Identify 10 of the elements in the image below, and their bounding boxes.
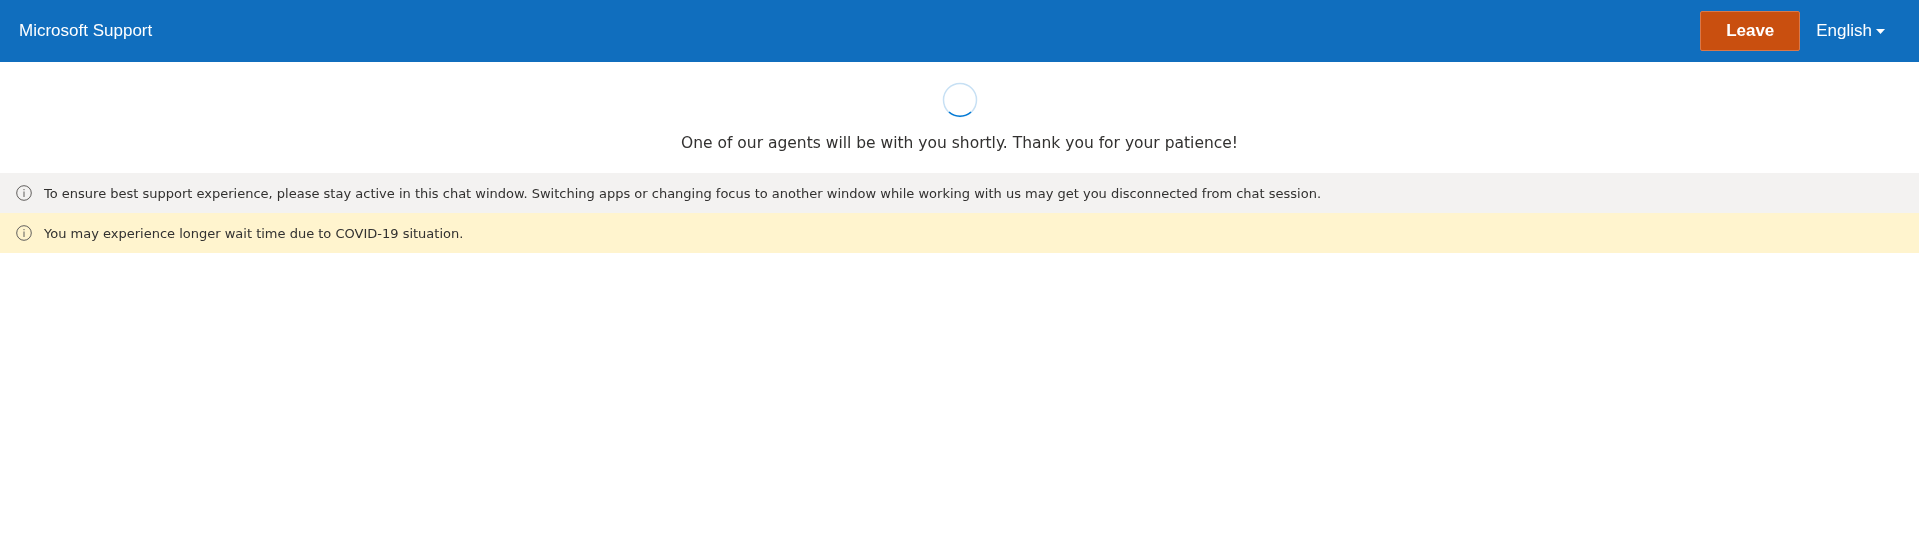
notice-text: You may experience longer wait time due to COVID-19 situation. bbox=[44, 224, 464, 243]
loading-spinner-icon bbox=[941, 82, 978, 118]
notice-text: To ensure best support experience, please stay active in this chat window. Switching apps or changing focus to another window while working with us may get you disconnected from chat session. bbox=[44, 184, 1322, 203]
caret-icon bbox=[1876, 28, 1885, 34]
leave-button[interactable]: Leave bbox=[1700, 11, 1801, 51]
site-title: Microsoft Support bbox=[19, 20, 153, 43]
info-icon bbox=[16, 225, 32, 242]
status-message: One of our agents will be with you shortly. Thank you for your patience! bbox=[681, 133, 1238, 154]
info-icon bbox=[16, 185, 32, 202]
language-dropdown[interactable]: English bbox=[1816, 18, 1885, 44]
